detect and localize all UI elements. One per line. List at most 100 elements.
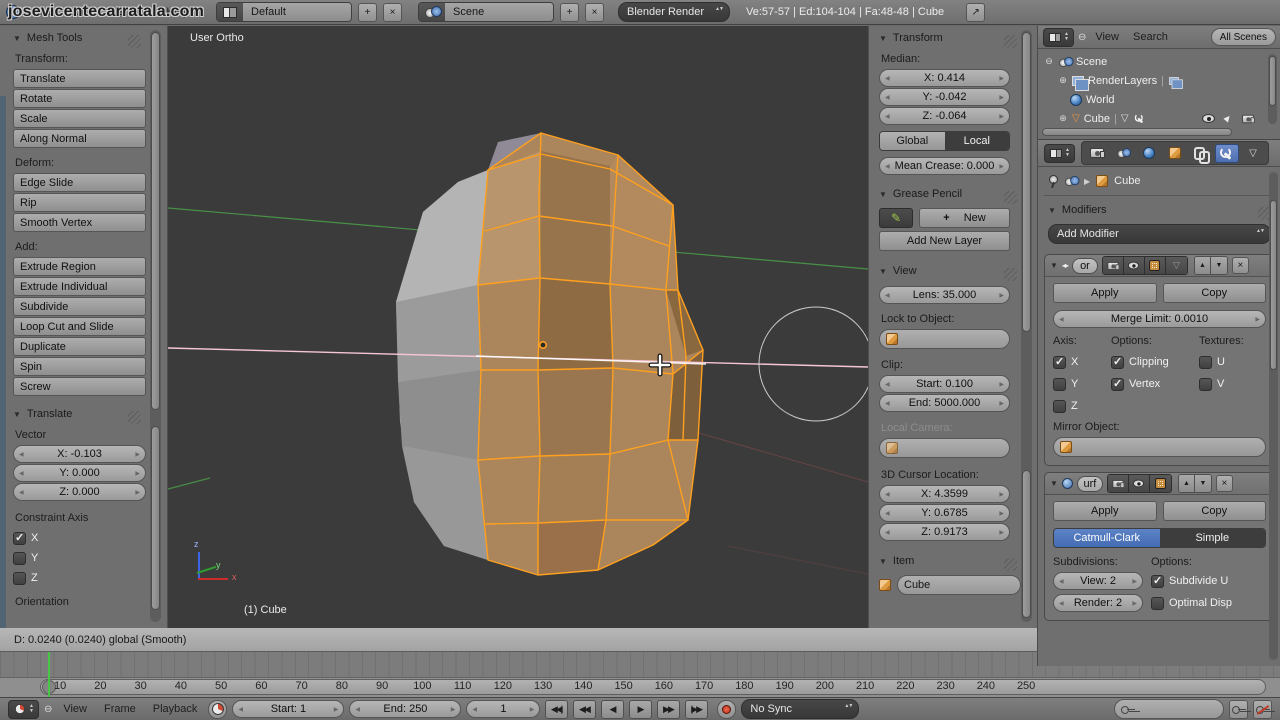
viewport-toggle[interactable]: [1123, 257, 1145, 274]
prev-keyframe-button[interactable]: ◀◀: [573, 699, 597, 719]
outliner-row-world[interactable]: World: [1044, 90, 1280, 109]
expand-icon[interactable]: ⊕: [1058, 75, 1068, 86]
panel-resize-grip[interactable]: [1004, 558, 1017, 571]
checkbox[interactable]: [1151, 596, 1164, 610]
panel-transform[interactable]: ▼ Transform: [879, 32, 1021, 48]
checkbox[interactable]: [1151, 574, 1164, 588]
outliner-hscrollbar[interactable]: [1042, 128, 1232, 136]
collapse-icon[interactable]: ⊖: [1044, 56, 1054, 67]
scrollbar-thumb[interactable]: [1022, 32, 1031, 332]
tool-button[interactable]: Rip: [13, 193, 146, 212]
add-layout-button[interactable]: +: [358, 2, 378, 22]
checkbox[interactable]: [13, 551, 26, 565]
render-toggle[interactable]: [1107, 475, 1129, 492]
tab-data[interactable]: ▽: [1241, 144, 1265, 163]
delete-modifier-button[interactable]: ×: [1215, 475, 1233, 492]
panel-resize-grip[interactable]: [1004, 268, 1017, 281]
collapse-triangle-icon[interactable]: ▼: [13, 410, 21, 419]
outliner-filter-select[interactable]: All Scenes: [1210, 28, 1276, 46]
expand-icon[interactable]: ⊕: [1058, 113, 1068, 124]
timeline-number-strip[interactable]: 10 20 30 40 50 60 70 80 90 100 110 120 130 140 150 160 1…: [0, 678, 1280, 697]
checkbox[interactable]: [1199, 377, 1212, 391]
panel-view[interactable]: ▼ View: [879, 265, 1021, 281]
subsurf-modifier-header[interactable]: ▼ urf ▲ ▼ ×: [1045, 473, 1274, 495]
render-subdivisions-field[interactable]: Render: 2: [1053, 594, 1143, 612]
outliner-search-menu[interactable]: Search: [1133, 31, 1168, 43]
render-toggle[interactable]: [1102, 257, 1124, 274]
outliner-editor-type-button[interactable]: ▲ ▼: [1043, 27, 1074, 47]
play-reverse-button[interactable]: ◀: [601, 699, 625, 719]
scrollbar-thumb[interactable]: [151, 32, 160, 410]
toolshelf-scrollbar[interactable]: [150, 30, 161, 622]
move-down-button[interactable]: ▼: [1210, 257, 1227, 274]
scrollbar-thumb[interactable]: [151, 426, 160, 610]
tool-button[interactable]: Duplicate: [13, 337, 146, 356]
timeline-view-menu[interactable]: View: [63, 703, 87, 715]
sync-mode-select[interactable]: No Sync: [741, 699, 860, 719]
panel-grease-pencil[interactable]: ▼ Grease Pencil: [879, 188, 1021, 204]
apply-button[interactable]: Apply: [1053, 283, 1157, 303]
window-duplicate-icon[interactable]: ↗: [966, 2, 986, 22]
copy-button[interactable]: Copy: [1162, 283, 1266, 303]
vector-field[interactable]: X: -0.103: [13, 445, 146, 463]
move-up-button[interactable]: ▲: [1178, 475, 1195, 492]
delete-keyframe-button[interactable]: [1253, 699, 1272, 719]
panel-resize-grip[interactable]: [1004, 191, 1017, 204]
jump-to-end-button[interactable]: |▶▶: [685, 699, 709, 719]
median-field[interactable]: Y: -0.042: [879, 88, 1010, 106]
panel-item[interactable]: ▼ Item: [879, 555, 1021, 571]
render-engine-select[interactable]: Blender Render: [618, 2, 731, 22]
frame-start-field[interactable]: Start: 1: [232, 700, 345, 718]
copy-button[interactable]: Copy: [1162, 501, 1266, 521]
npanel-scrollbar[interactable]: [1021, 30, 1032, 622]
cage-toggle[interactable]: ▽: [1165, 257, 1187, 274]
lock-object-field[interactable]: [879, 329, 1010, 349]
timeline-frame-menu[interactable]: Frame: [104, 703, 136, 715]
constraint-axis-checkbox[interactable]: X: [13, 528, 145, 548]
tool-button[interactable]: Scale: [13, 109, 146, 128]
tool-button[interactable]: Smooth Vertex: [13, 213, 146, 232]
scene-selector[interactable]: Scene: [418, 2, 555, 22]
collapse-triangle-icon[interactable]: ▼: [13, 34, 21, 43]
lens-field[interactable]: Lens: 35.000: [879, 286, 1010, 304]
close-layout-button[interactable]: ×: [383, 2, 403, 22]
tool-button[interactable]: Extrude Region: [13, 257, 146, 276]
properties-editor-type-button[interactable]: ▲ ▼: [1044, 143, 1075, 163]
tab-scene[interactable]: [1111, 144, 1135, 163]
panel-resize-grip[interactable]: [128, 411, 141, 424]
add-new-layer-button[interactable]: Add New Layer: [879, 231, 1010, 251]
vector-field[interactable]: Z: 0.000: [13, 483, 146, 501]
object-name-field[interactable]: Cube: [897, 575, 1021, 595]
modifier-name-field[interactable]: or: [1071, 257, 1098, 274]
viewport-3d[interactable]: User Ortho (1) Cube z y x: [168, 26, 868, 628]
global-toggle[interactable]: Global: [880, 132, 945, 150]
cursor-field[interactable]: Y: 0.6785: [879, 504, 1010, 522]
tab-world[interactable]: [1137, 144, 1161, 163]
properties-scrollbar[interactable]: [1269, 172, 1278, 660]
median-field[interactable]: X: 0.414: [879, 69, 1010, 87]
vector-field[interactable]: Y: 0.000: [13, 464, 146, 482]
record-button[interactable]: [717, 699, 737, 719]
checkbox[interactable]: [13, 531, 26, 545]
tool-button[interactable]: Translate: [13, 69, 146, 88]
collapse-triangle-icon[interactable]: ▼: [879, 34, 887, 43]
move-down-button[interactable]: ▼: [1194, 475, 1211, 492]
mirror-object-field[interactable]: [1053, 437, 1266, 457]
panel-resize-grip[interactable]: [128, 35, 141, 48]
checkbox[interactable]: [1111, 355, 1124, 369]
renderability-camera-icon[interactable]: [1242, 114, 1255, 123]
insert-keyframe-button[interactable]: [1229, 699, 1248, 719]
editmode-toggle[interactable]: [1144, 257, 1166, 274]
tab-render[interactable]: [1085, 144, 1109, 163]
screen-layout-value[interactable]: Default: [243, 3, 352, 21]
timeline-playback-menu[interactable]: Playback: [153, 703, 198, 715]
delete-modifier-button[interactable]: ×: [1231, 257, 1249, 274]
pin-toggle-icon[interactable]: ⊖: [1078, 32, 1086, 43]
outliner-view-menu[interactable]: View: [1095, 31, 1119, 43]
mirror-checkbox[interactable]: Z: [1053, 395, 1111, 417]
collapse-triangle-icon[interactable]: ▼: [1048, 206, 1056, 215]
tool-button[interactable]: Edge Slide: [13, 173, 146, 192]
local-camera-field[interactable]: [879, 438, 1010, 458]
modifier-name-field[interactable]: urf: [1076, 475, 1103, 492]
editmode-toggle[interactable]: [1149, 475, 1171, 492]
